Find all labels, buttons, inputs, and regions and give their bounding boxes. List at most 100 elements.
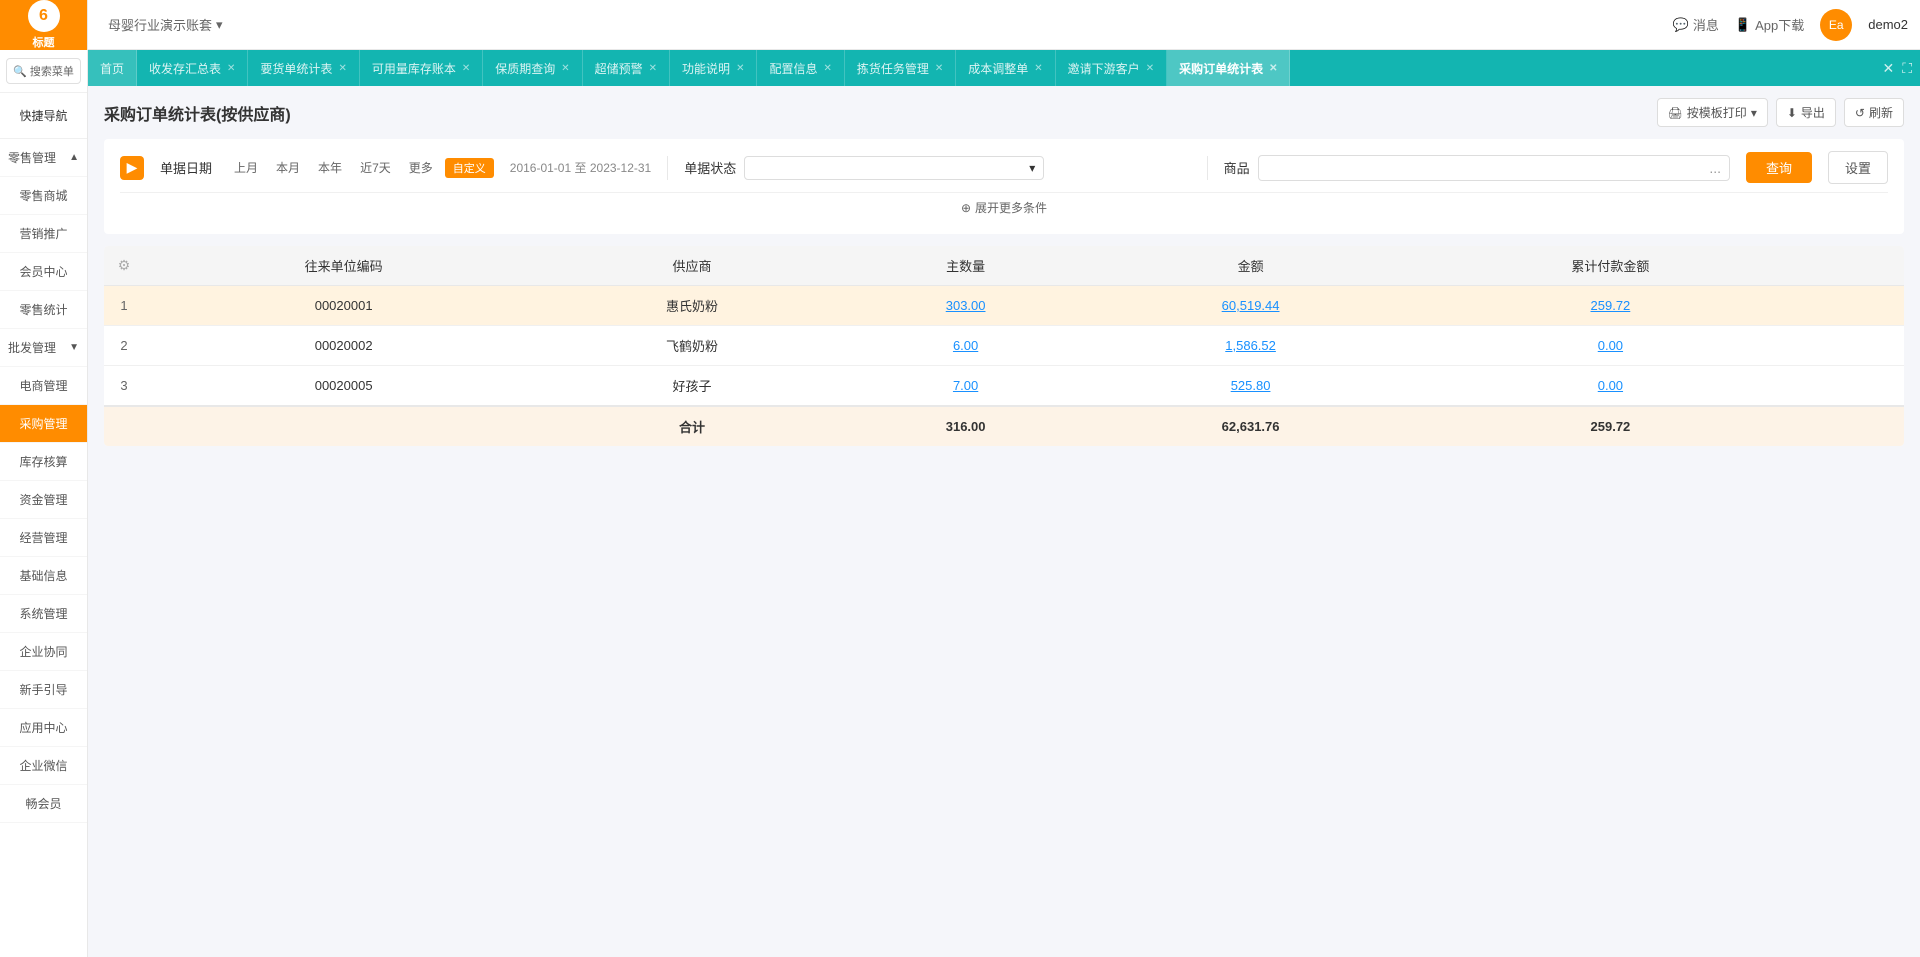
tab-cost-adjust-label: 成本调整单 [968,60,1028,77]
tab-available-stock-close[interactable]: ✕ [462,63,470,74]
app-download-button[interactable]: 📱 App下载 [1735,15,1804,34]
tab-purchase-order-stat-close[interactable]: ✕ [1269,63,1277,74]
tab-feature-desc-close[interactable]: ✕ [736,63,744,74]
settings-button[interactable]: 设置 [1828,151,1888,184]
tab-overstock-alert[interactable]: 超储预警 ✕ [583,50,670,86]
sidebar-item-purchase[interactable]: 采购管理 [0,405,87,443]
expand-more-button[interactable]: ⊕ 展开更多条件 [120,192,1888,222]
tab-cost-adjust[interactable]: 成本调整单 ✕ [956,50,1055,86]
table-header-settings: ⚙ [104,246,144,286]
sidebar-item-collab[interactable]: 企业协同 [0,633,87,671]
filter-panel: ▶ 单据日期 上月 本月 本年 近7天 更多 自定义 2016-01-01 至 … [104,139,1904,234]
sidebar-item-retail[interactable]: 零售管理 ▲ [0,139,87,177]
query-button[interactable]: 查询 [1746,152,1812,183]
tab-expiry-query[interactable]: 保质期查询 ✕ [483,50,582,86]
date-filter-label: 单据日期 [160,158,212,177]
app-download-label: App下载 [1755,15,1804,34]
tab-picking-task-close[interactable]: ✕ [935,63,943,74]
sidebar-item-ecommerce[interactable]: 电商管理 [0,367,87,405]
tab-picking-task-label: 拣货任务管理 [857,60,929,77]
row-1-paid[interactable]: 259.72 [1411,286,1810,326]
sidebar-item-ops[interactable]: 经营管理 [0,519,87,557]
tab-invite-downstream[interactable]: 邀请下游客户 ✕ [1056,50,1167,86]
table-footer-row: 合计 316.00 62,631.76 259.72 [104,406,1904,446]
date-shortcut-7days[interactable]: 近7天 [354,157,397,178]
export-button[interactable]: ⬇ 导出 [1776,98,1836,127]
tab-purchase-order-stat[interactable]: 采购订单统计表 ✕ [1167,50,1290,86]
sidebar-item-guide[interactable]: 新手引导 [0,671,87,709]
date-shortcut-this-year[interactable]: 本年 [312,157,348,178]
tab-order-summary-close[interactable]: ✕ [338,63,346,74]
tab-available-stock[interactable]: 可用量库存账本 ✕ [360,50,483,86]
goods-filter-label: 商品 [1224,158,1250,177]
filter-goods-section: 商品 ... [1224,155,1730,181]
username-label: demo2 [1868,17,1908,32]
custom-date-badge[interactable]: 自定义 [445,158,494,178]
table-row[interactable]: 3 00020005 好孩子 7.00 525.80 0.00 [104,366,1904,407]
date-shortcut-more[interactable]: 更多 [403,157,439,178]
filter-divider-1 [667,156,668,180]
tab-close-all-button[interactable]: ✕ [1882,60,1894,77]
row-2-amount[interactable]: 1,586.52 [1090,326,1410,366]
app-logo: 6 标题 [0,0,87,50]
tab-order-summary[interactable]: 要货单统计表 ✕ [248,50,359,86]
table-row[interactable]: 2 00020002 飞鹤奶粉 6.00 1,586.52 0.00 [104,326,1904,366]
status-filter-select[interactable]: ▾ [744,156,1044,180]
row-3-amount[interactable]: 525.80 [1090,366,1410,407]
sidebar-item-member[interactable]: 会员中心 [0,253,87,291]
sidebar-item-inventory[interactable]: 库存核算 [0,443,87,481]
row-3-num: 3 [104,366,144,407]
tab-expiry-query-close[interactable]: ✕ [561,63,569,74]
tab-order-summary-label: 要货单统计表 [260,60,332,77]
date-shortcut-last-month[interactable]: 上月 [228,157,264,178]
table-header-extra [1810,246,1904,286]
tab-feature-desc[interactable]: 功能说明 ✕ [670,50,757,86]
tab-home[interactable]: 首页 [88,50,137,86]
tab-invite-downstream-close[interactable]: ✕ [1146,63,1154,74]
row-3-qty[interactable]: 7.00 [841,366,1091,407]
user-avatar[interactable]: Ea [1820,9,1852,41]
sidebar-item-finance[interactable]: 资金管理 [0,481,87,519]
filter-toggle-button[interactable]: ▶ [120,156,144,180]
sidebar-item-appstore[interactable]: 应用中心 [0,709,87,747]
tab-config-info[interactable]: 配置信息 ✕ [757,50,844,86]
message-button[interactable]: 💬 消息 [1673,15,1719,34]
tab-receive-summary-close[interactable]: ✕ [227,63,235,74]
table-row[interactable]: 1 00020001 惠氏奶粉 303.00 60,519.44 259.72 [104,286,1904,326]
quick-nav-button[interactable]: 快捷导航 [6,101,81,130]
tab-picking-task[interactable]: 拣货任务管理 ✕ [845,50,956,86]
table-header-code: 往来单位编码 [144,246,543,286]
column-settings-icon[interactable]: ⚙ [118,257,131,273]
row-2-qty[interactable]: 6.00 [841,326,1091,366]
print-button[interactable]: 🖨 按模板打印 ▾ [1657,98,1768,127]
sidebar-item-vip[interactable]: 畅会员 [0,785,87,823]
row-3-paid[interactable]: 0.00 [1411,366,1810,407]
row-2-code: 00020002 [144,326,543,366]
search-menu-button[interactable]: 🔍 搜索菜单 [6,58,81,84]
tab-expand-button[interactable]: ⛶ [1902,60,1912,77]
tab-receive-summary[interactable]: 收发存汇总表 ✕ [137,50,248,86]
account-dropdown[interactable]: 母婴行业演示账套 ▾ [100,11,231,38]
row-1-qty[interactable]: 303.00 [841,286,1091,326]
sidebar-item-marketing[interactable]: 营销推广 [0,215,87,253]
sidebar-item-basic[interactable]: 基础信息 [0,557,87,595]
sidebar-item-retail-stat[interactable]: 零售统计 [0,291,87,329]
date-shortcut-this-month[interactable]: 本月 [270,157,306,178]
status-select-arrow: ▾ [1029,161,1035,175]
row-2-paid[interactable]: 0.00 [1411,326,1810,366]
tab-cost-adjust-close[interactable]: ✕ [1034,63,1042,74]
footer-amount: 62,631.76 [1090,406,1410,446]
tab-overstock-alert-close[interactable]: ✕ [649,63,657,74]
sidebar-item-retail-shop[interactable]: 零售商城 [0,177,87,215]
sidebar-item-wechat[interactable]: 企业微信 [0,747,87,785]
sidebar-item-system[interactable]: 系统管理 [0,595,87,633]
sidebar-item-wholesale[interactable]: 批发管理 ▼ [0,329,87,367]
message-icon: 💬 [1673,17,1689,33]
tab-invite-downstream-label: 邀请下游客户 [1068,60,1140,77]
tab-config-info-close[interactable]: ✕ [823,63,831,74]
refresh-button[interactable]: ↺ 刷新 [1844,98,1904,127]
row-1-supplier: 惠氏奶粉 [543,286,841,326]
row-1-amount[interactable]: 60,519.44 [1090,286,1410,326]
goods-filter-input[interactable]: ... [1258,155,1730,181]
expand-label: 展开更多条件 [975,199,1047,216]
